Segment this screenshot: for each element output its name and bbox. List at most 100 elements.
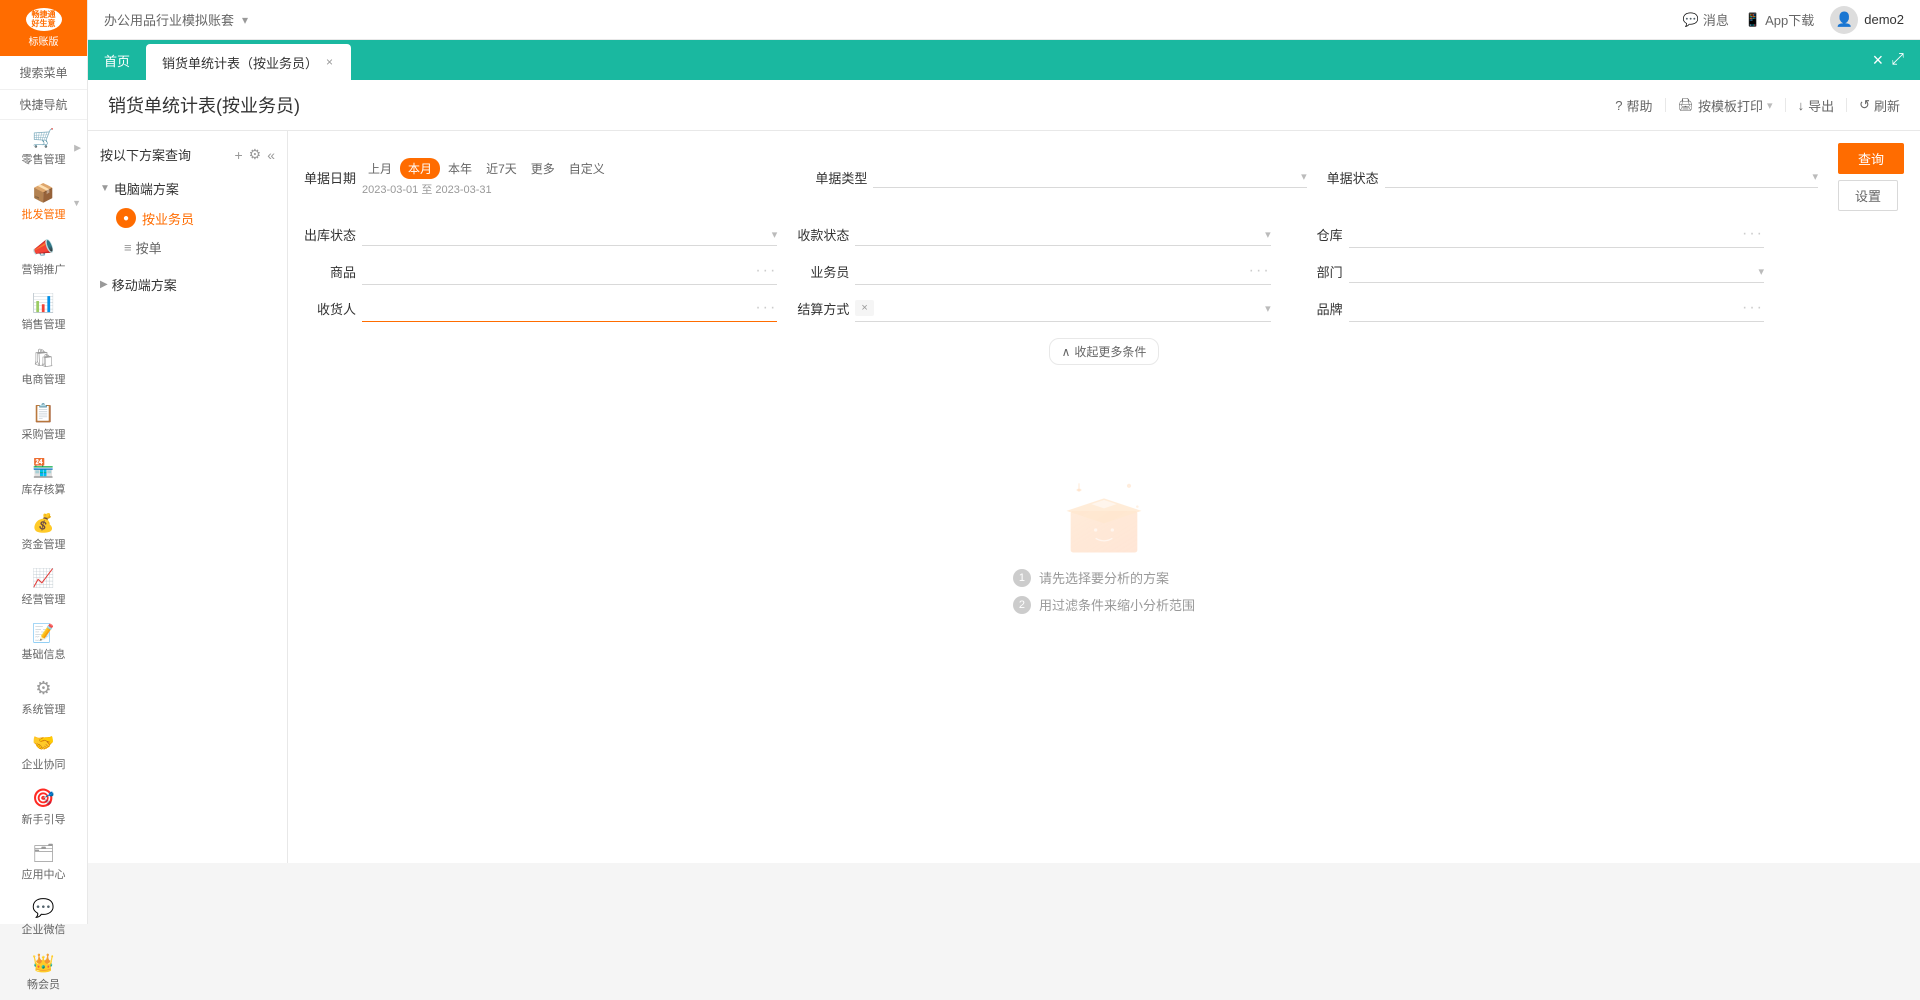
brand-dots[interactable]: ··· [1742, 299, 1764, 317]
sidebar-item-operation[interactable]: 📈 经营管理 [0, 560, 87, 615]
settle-tag-close-icon[interactable]: × [861, 302, 867, 314]
settle-arrow-icon[interactable]: ▾ [1265, 302, 1271, 315]
warehouse-select[interactable]: ··· [1349, 221, 1764, 248]
newbie-icon: 🎯 [32, 788, 54, 809]
tab-close-icon[interactable]: × [324, 53, 335, 71]
scheme-child-salesman[interactable]: ● 按业务员 [88, 203, 287, 233]
sidebar-item-label-basic: 基础信息 [22, 646, 66, 662]
sidebar-item-marketing[interactable]: 📣 营销推广 [0, 230, 87, 285]
tab-home-label: 首页 [104, 51, 130, 70]
system-icon: ⚙ [35, 678, 51, 699]
sidebar-item-retail[interactable]: 🛒 零售管理 ▶ [0, 120, 87, 175]
filter-row-4: 收货人 ··· 结算方式 [304, 295, 1904, 322]
export-btn[interactable]: ↓ 导出 [1798, 96, 1835, 115]
out-status-select[interactable]: ▾ [362, 224, 777, 246]
message-btn[interactable]: 💬 消息 [1683, 10, 1729, 29]
filter-row-3: 商品 ··· 业务员 [304, 258, 1904, 285]
user-area[interactable]: 👤 demo2 [1830, 6, 1904, 34]
date-btn-this-year[interactable]: 本年 [442, 158, 478, 179]
sidebar-item-system[interactable]: ⚙ 系统管理 [0, 670, 87, 725]
doc-type-select[interactable]: ▾ [873, 166, 1306, 188]
collapse-button[interactable]: ∧ 收起更多条件 [1049, 338, 1160, 365]
settings-button[interactable]: 设置 [1838, 180, 1898, 211]
sidebar-item-label-operation: 经营管理 [22, 591, 66, 607]
recv-status-value[interactable]: ▾ [855, 224, 1270, 246]
salesman-value: ··· [855, 258, 1270, 285]
sidebar-item-sales-mgmt[interactable]: 📊 销售管理 [0, 285, 87, 340]
refresh-icon: ↺ [1859, 97, 1870, 113]
refresh-btn[interactable]: ↺ 刷新 [1859, 96, 1900, 115]
date-btn-last-7[interactable]: 近7天 [480, 158, 523, 179]
doc-status-value[interactable]: ▾ [1385, 166, 1818, 188]
header-divider-3 [1846, 98, 1847, 112]
user-name: demo2 [1864, 12, 1904, 27]
brand-select[interactable]: ··· [1349, 295, 1764, 322]
goods-select[interactable]: ··· [362, 258, 777, 285]
sidebar-item-enterprise-wx[interactable]: 💬 企业微信 [0, 890, 87, 945]
consignee-input-wrap[interactable]: ··· [362, 295, 777, 322]
salesman-select[interactable]: ··· [855, 258, 1270, 285]
pc-scheme-title: 电脑端方案 [114, 179, 179, 198]
out-status-label: 出库状态 [304, 225, 356, 244]
sidebar-search-item[interactable]: 搜索菜单 [0, 56, 87, 90]
pc-scheme-parent[interactable]: ▼ 电脑端方案 [88, 174, 287, 203]
sidebar-quicknav-item[interactable]: 快捷导航 [0, 90, 87, 120]
consignee-dots[interactable]: ··· [755, 299, 777, 317]
date-btn-custom[interactable]: 自定义 [563, 158, 611, 179]
warehouse-label: 仓库 [1291, 225, 1343, 244]
query-button[interactable]: 查询 [1838, 143, 1904, 174]
mobile-scheme-parent[interactable]: ▶ 移动端方案 [88, 270, 287, 299]
sidebar-item-purchase[interactable]: 📋 采购管理 [0, 395, 87, 450]
dept-label: 部门 [1291, 262, 1343, 281]
salesman-dots[interactable]: ··· [1249, 262, 1271, 280]
dept-value[interactable]: ▾ [1349, 261, 1764, 283]
recv-status-select[interactable]: ▾ [855, 224, 1270, 246]
panel-add-icon[interactable]: + [234, 147, 242, 163]
tab-sales-stat[interactable]: 销货单统计表（按业务员） × [146, 44, 351, 80]
tab-sales-stat-label: 销货单统计表（按业务员） [162, 53, 318, 72]
out-status-value[interactable]: ▾ [362, 224, 777, 246]
doc-status-select[interactable]: ▾ [1385, 166, 1818, 188]
doc-type-value[interactable]: ▾ [873, 166, 1306, 188]
panel-actions: + ⚙ « [234, 146, 275, 163]
filter-field-settle: 结算方式 × ▾ [797, 296, 1270, 322]
date-btn-this-month[interactable]: 本月 [400, 158, 440, 179]
tab-bar-actions: × ⤢ [1873, 50, 1920, 71]
print-btn[interactable]: 🖨 按模板打印 ▾ [1678, 96, 1773, 115]
tab-home[interactable]: 首页 [88, 40, 146, 80]
consignee-input[interactable] [362, 301, 755, 316]
body-area: 按以下方案查询 + ⚙ « ▼ 电脑端方案 ● [88, 131, 1920, 863]
sidebar-item-inventory[interactable]: 🏪 库存核算 [0, 450, 87, 505]
sidebar-item-appstore[interactable]: 🗂 应用中心 [0, 835, 87, 890]
sidebar-item-newbie[interactable]: 🎯 新手引导 [0, 780, 87, 835]
top-bar-dropdown-icon[interactable]: ▾ [242, 13, 248, 27]
dept-select[interactable]: ▾ [1349, 261, 1764, 283]
empty-tip-2: 2 用过滤条件来缩小分析范围 [1013, 595, 1195, 614]
sidebar-item-ecommerce[interactable]: 🛍 电商管理 [0, 340, 87, 395]
sidebar-item-enterprise[interactable]: 🤝 企业协同 [0, 725, 87, 780]
sidebar-item-member[interactable]: 👑 畅会员 [0, 945, 87, 1000]
scheme-sub-order[interactable]: ≡ 按单 [88, 233, 287, 262]
panel-collapse-icon[interactable]: « [267, 147, 275, 163]
refresh-label: 刷新 [1874, 96, 1900, 115]
tab-close-all-icon[interactable]: × [1873, 50, 1884, 71]
filter-container: 单据日期 上月 本月 本年 近7天 更多 自定义 20 [288, 131, 1920, 385]
sidebar-item-wholesale[interactable]: 📦 批发管理 ▼ [0, 175, 87, 230]
date-value: 上月 本月 本年 近7天 更多 自定义 2023-03-01 至 2023-03… [362, 158, 795, 197]
panel-settings-icon[interactable]: ⚙ [249, 146, 262, 163]
warehouse-dots[interactable]: ··· [1742, 225, 1764, 243]
date-btn-last-month[interactable]: 上月 [362, 158, 398, 179]
page-title: 销货单统计表(按业务员) [108, 92, 300, 118]
date-btn-more[interactable]: 更多 [525, 158, 561, 179]
operation-icon: 📈 [32, 568, 54, 589]
empty-state: 1 请先选择要分析的方案 2 用过滤条件来缩小分析范围 [288, 385, 1920, 694]
sidebar-item-basic[interactable]: 📝 基础信息 [0, 615, 87, 670]
tab-expand-icon[interactable]: ⤢ [1891, 51, 1904, 69]
message-icon: 💬 [1683, 12, 1699, 28]
sidebar-item-finance[interactable]: 💰 资金管理 [0, 505, 87, 560]
goods-dots[interactable]: ··· [755, 262, 777, 280]
logo-text: 畅捷通好生意 [32, 11, 56, 29]
help-btn[interactable]: ? 帮助 [1615, 96, 1652, 115]
settle-label: 结算方式 [797, 299, 849, 318]
app-download-btn[interactable]: 📱 App下载 [1745, 10, 1814, 29]
